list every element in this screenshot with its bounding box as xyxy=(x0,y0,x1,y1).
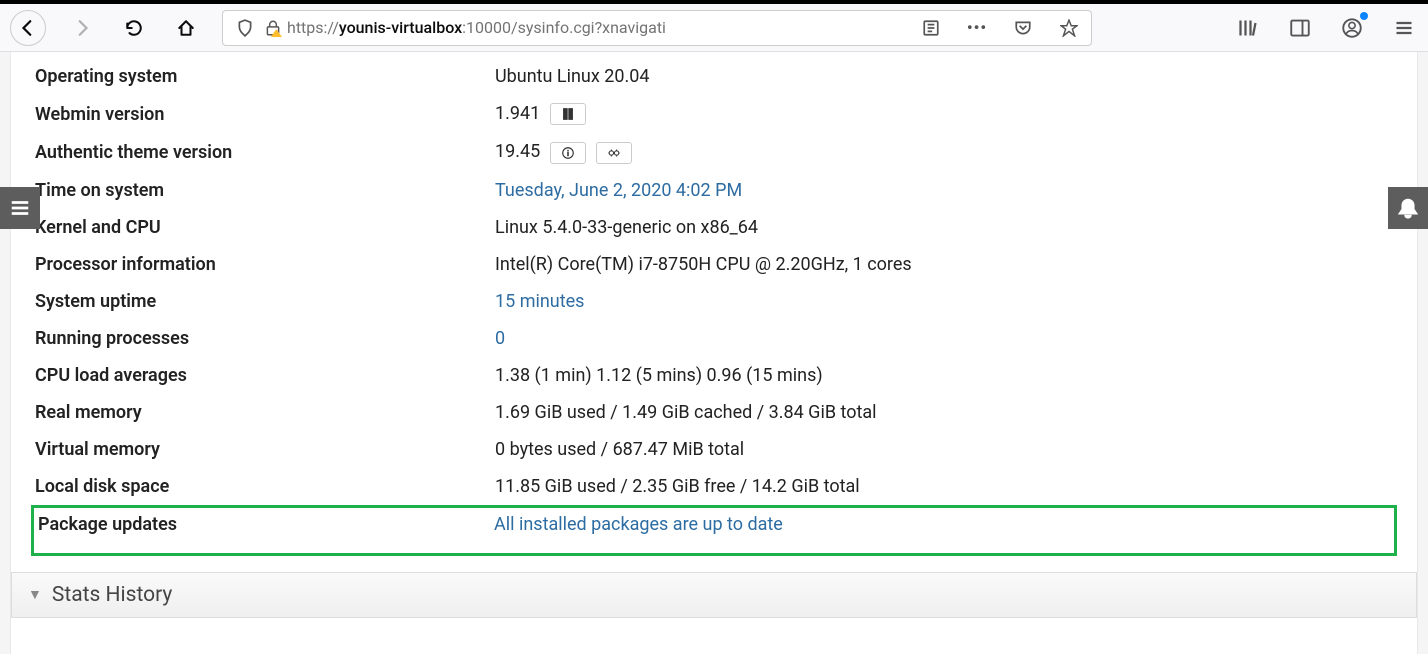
home-button[interactable] xyxy=(170,12,202,44)
row-value: 19.45 xyxy=(495,141,632,163)
toolbar-right xyxy=(1234,14,1418,42)
url-text: https://younis-virtualbox:10000/sysinfo.… xyxy=(287,18,907,37)
row-value: 11.85 GiB used / 2.35 GiB free / 14.2 Gi… xyxy=(495,476,860,497)
row-label: Local disk space xyxy=(35,476,495,497)
row-value: 1.69 GiB used / 1.49 GiB cached / 3.84 G… xyxy=(495,402,877,423)
url-domain: younis-virtualbox xyxy=(339,18,462,37)
url-path: :10000/sysinfo.cgi?xnavigati xyxy=(462,18,666,37)
info-button[interactable] xyxy=(550,142,586,164)
info-row: Running processes0 xyxy=(35,320,1393,357)
info-row: System uptime15 minutes xyxy=(35,283,1393,320)
row-value: Ubuntu Linux 20.04 xyxy=(495,66,649,87)
sidebar-icon[interactable] xyxy=(1286,14,1314,42)
row-label: Webmin version xyxy=(35,104,495,125)
gear-button[interactable] xyxy=(596,142,632,164)
page-action-icon[interactable]: ••• xyxy=(963,14,991,42)
notification-dot xyxy=(1360,12,1368,20)
url-protocol: https:// xyxy=(287,18,339,37)
row-label: Processor information xyxy=(35,254,495,275)
row-label: Package updates xyxy=(38,514,494,535)
left-sidebar-toggle[interactable] xyxy=(0,187,40,229)
info-row: Authentic theme version19.45 xyxy=(35,133,1393,171)
package-updates-row: Package updates All installed packages a… xyxy=(31,505,1397,556)
info-row: Operating systemUbuntu Linux 20.04 xyxy=(35,58,1393,95)
row-value[interactable]: 0 xyxy=(495,328,505,349)
info-row: Processor informationIntel(R) Core(TM) i… xyxy=(35,246,1393,283)
row-label: CPU load averages xyxy=(35,365,495,386)
forward-button[interactable] xyxy=(66,12,98,44)
info-row: Real memory1.69 GiB used / 1.49 GiB cach… xyxy=(35,394,1393,431)
browser-toolbar: https://younis-virtualbox:10000/sysinfo.… xyxy=(0,4,1428,52)
back-button[interactable] xyxy=(10,10,46,46)
info-row: Kernel and CPULinux 5.4.0-33-generic on … xyxy=(35,209,1393,246)
row-value[interactable]: Tuesday, June 2, 2020 4:02 PM xyxy=(495,180,742,201)
row-value: Intel(R) Core(TM) i7-8750H CPU @ 2.20GHz… xyxy=(495,254,912,275)
url-right-icons: ••• xyxy=(917,14,1083,42)
package-updates-link[interactable]: All installed packages are up to date xyxy=(494,514,783,535)
menu-icon[interactable] xyxy=(1390,14,1418,42)
system-info-table: Operating systemUbuntu Linux 20.04Webmin… xyxy=(11,52,1417,505)
url-bar[interactable]: https://younis-virtualbox:10000/sysinfo.… xyxy=(222,10,1092,46)
info-row: CPU load averages1.38 (1 min) 1.12 (5 mi… xyxy=(35,357,1393,394)
book-button[interactable] xyxy=(550,103,586,125)
notifications-toggle[interactable] xyxy=(1388,187,1428,229)
row-label: Virtual memory xyxy=(35,439,495,460)
content-area: Operating systemUbuntu Linux 20.04Webmin… xyxy=(0,52,1428,654)
lock-warning-icon[interactable] xyxy=(259,19,287,37)
row-label: System uptime xyxy=(35,291,495,312)
reader-icon[interactable] xyxy=(917,14,945,42)
chevron-down-icon: ▼ xyxy=(28,586,42,603)
shield-icon[interactable] xyxy=(231,19,259,37)
row-label: Authentic theme version xyxy=(35,142,495,163)
row-value: Linux 5.4.0-33-generic on x86_64 xyxy=(495,217,758,238)
row-label: Kernel and CPU xyxy=(35,217,495,238)
row-label: Real memory xyxy=(35,402,495,423)
row-value: 0 bytes used / 687.47 MiB total xyxy=(495,439,744,460)
main-panel: Operating systemUbuntu Linux 20.04Webmin… xyxy=(10,52,1418,654)
row-value: 1.38 (1 min) 1.12 (5 mins) 0.96 (15 mins… xyxy=(495,365,823,386)
nav-buttons xyxy=(10,10,202,46)
reload-button[interactable] xyxy=(118,12,150,44)
row-label: Operating system xyxy=(35,66,495,87)
info-row: Time on systemTuesday, June 2, 2020 4:02… xyxy=(35,172,1393,209)
info-row: Webmin version1.941 xyxy=(35,95,1393,133)
profile-icon[interactable] xyxy=(1338,14,1366,42)
row-label: Running processes xyxy=(35,328,495,349)
stats-history-header[interactable]: ▼ Stats History xyxy=(11,572,1417,618)
row-value[interactable]: 15 minutes xyxy=(495,291,584,312)
info-row: Virtual memory0 bytes used / 687.47 MiB … xyxy=(35,431,1393,468)
library-icon[interactable] xyxy=(1234,14,1262,42)
pocket-icon[interactable] xyxy=(1009,14,1037,42)
section-title: Stats History xyxy=(52,583,172,607)
info-row: Local disk space11.85 GiB used / 2.35 Gi… xyxy=(35,468,1393,505)
bookmark-star-icon[interactable] xyxy=(1055,14,1083,42)
row-label: Time on system xyxy=(35,180,495,201)
row-value: 1.941 xyxy=(495,103,586,125)
